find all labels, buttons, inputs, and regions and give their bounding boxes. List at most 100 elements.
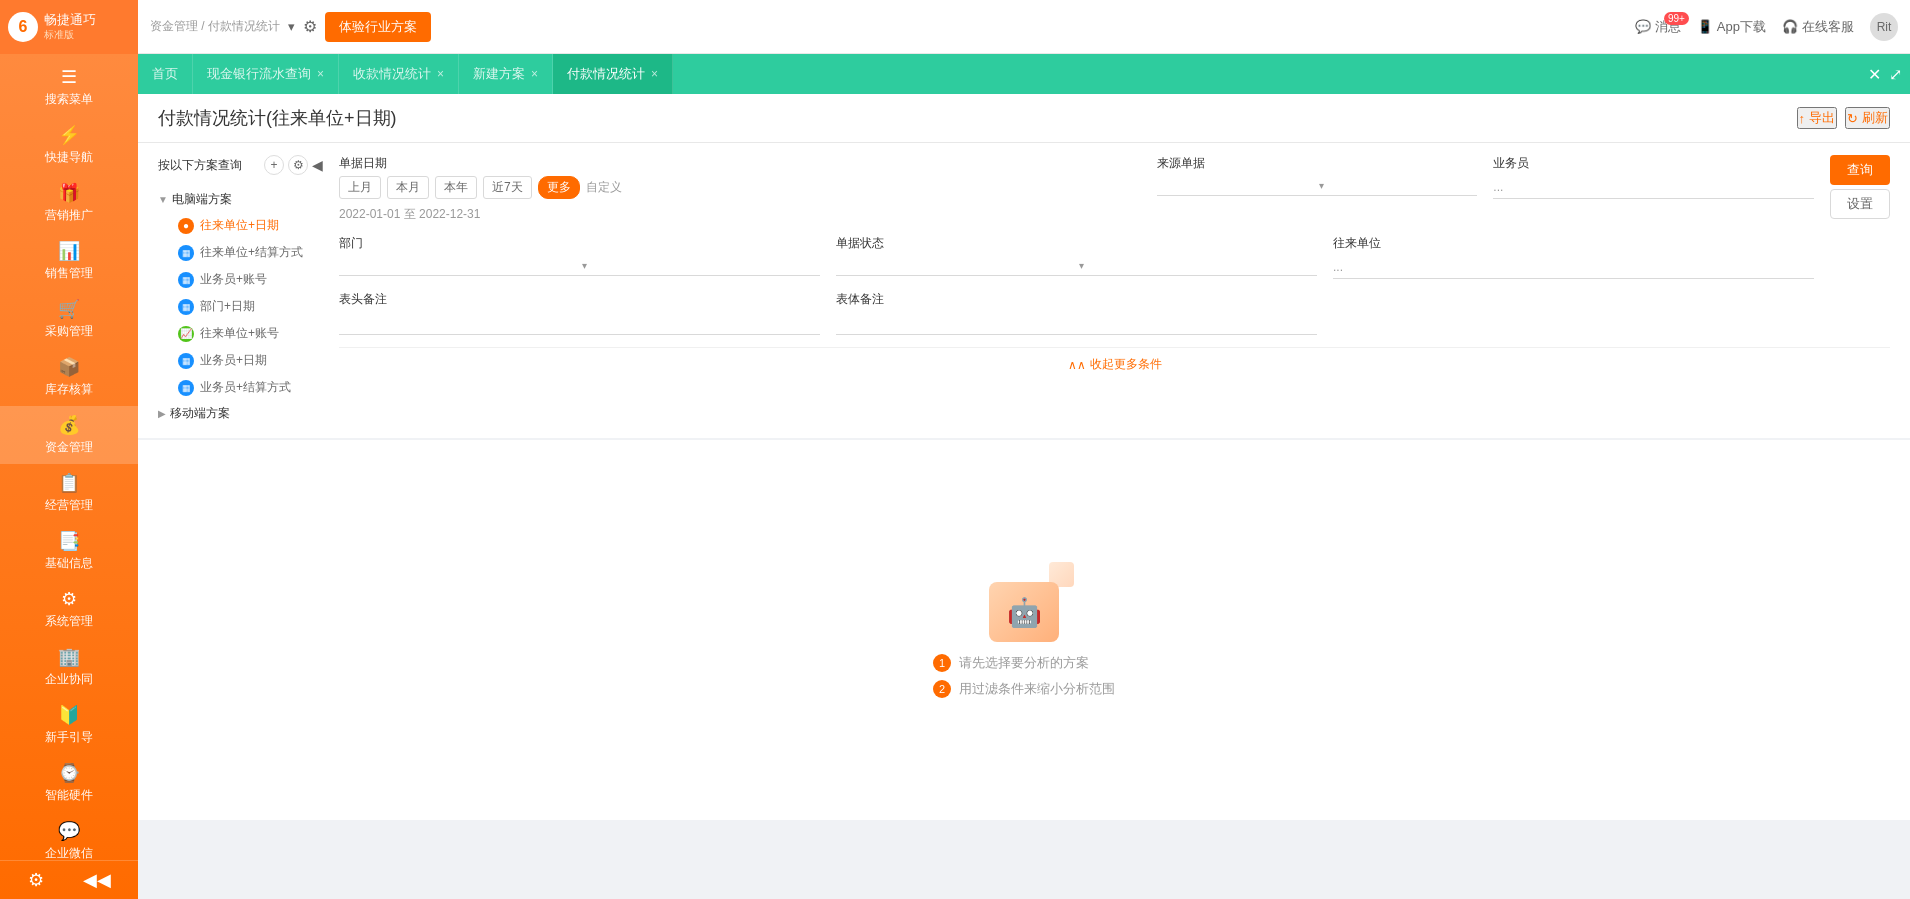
tab-close-all-icon[interactable]: ✕ xyxy=(1868,65,1881,84)
logo-icon: 6 xyxy=(8,12,38,42)
scheme-item-label: 业务员+结算方式 xyxy=(200,379,291,396)
tab-maximize-icon[interactable]: ⤢ xyxy=(1889,65,1902,84)
sidebar-item-label: 智能硬件 xyxy=(45,787,93,804)
tip-text-2: 用过滤条件来缩小分析范围 xyxy=(959,680,1115,698)
page-title: 付款情况统计(往来单位+日期) xyxy=(158,106,397,130)
sidebar-item-label: 销售管理 xyxy=(45,265,93,282)
tab-receipt[interactable]: 收款情况统计 × xyxy=(339,54,459,94)
service-label: 在线客服 xyxy=(1802,18,1854,36)
date-btn-last-month[interactable]: 上月 xyxy=(339,176,381,199)
tab-new-plan[interactable]: 新建方案 × xyxy=(459,54,553,94)
sidebar-item-sales[interactable]: 📊 销售管理 xyxy=(0,232,138,290)
scheme-item-dept-date[interactable]: ▦ 部门+日期 xyxy=(158,293,323,320)
scheme-header: 按以下方案查询 + ⚙ ◀ xyxy=(158,155,323,179)
date-range-display: 2022-01-01 至 2022-12-31 xyxy=(339,206,1141,223)
filter-actions: 查询 设置 xyxy=(1830,155,1890,219)
mobile-category[interactable]: ▶ 移动端方案 xyxy=(158,401,323,426)
staff-select[interactable]: ... xyxy=(1493,176,1814,199)
user-avatar[interactable]: Rit xyxy=(1870,13,1898,41)
tab-close-icon[interactable]: × xyxy=(531,67,538,81)
tab-label: 付款情况统计 xyxy=(567,65,645,83)
tab-cash-flow[interactable]: 现金银行流水查询 × xyxy=(193,54,339,94)
tab-label: 收款情况统计 xyxy=(353,65,431,83)
panel-collapse-btn[interactable]: ◀ xyxy=(312,157,323,173)
scheme-item-label: 往来单位+结算方式 xyxy=(200,244,303,261)
expand-icon: ▶ xyxy=(158,408,166,419)
scheme-item-staff-date[interactable]: ▦ 业务员+日期 xyxy=(158,347,323,374)
sidebar-item-basic[interactable]: 📑 基础信息 xyxy=(0,522,138,580)
sidebar-item-system[interactable]: ⚙ 系统管理 xyxy=(0,580,138,638)
date-btn-more[interactable]: 更多 xyxy=(538,176,580,199)
tip-text-1: 请先选择要分析的方案 xyxy=(959,654,1089,672)
topbar-right: 💬 消息 99+ 📱 App下载 🎧 在线客服 Rit xyxy=(1635,13,1898,41)
online-service-btn[interactable]: 🎧 在线客服 xyxy=(1782,18,1854,36)
partner-select[interactable]: ... xyxy=(1333,256,1814,279)
page-header: 付款情况统计(往来单位+日期) ↑ 导出 ↻ 刷新 xyxy=(138,94,1910,143)
system-icon: ⚙ xyxy=(61,588,77,610)
sidebar-item-management[interactable]: 📋 经营管理 xyxy=(0,464,138,522)
query-btn[interactable]: 查询 xyxy=(1830,155,1890,185)
refresh-btn[interactable]: ↻ 刷新 xyxy=(1845,107,1890,129)
body-note-input[interactable] xyxy=(836,312,1317,335)
tab-close-icon[interactable]: × xyxy=(317,67,324,81)
collapse-more-btn[interactable]: ∧∧ 收起更多条件 xyxy=(339,347,1890,381)
message-btn[interactable]: 💬 消息 99+ xyxy=(1635,18,1681,36)
date-btn-7days[interactable]: 近7天 xyxy=(483,176,532,199)
settings-btn[interactable]: 设置 xyxy=(1830,189,1890,219)
service-icon: 🎧 xyxy=(1782,19,1798,34)
header-note-input[interactable] xyxy=(339,312,820,335)
export-label: 导出 xyxy=(1809,109,1835,127)
scheme-item-label: 往来单位+日期 xyxy=(200,217,279,234)
tabs-bar: 首页 现金银行流水查询 × 收款情况统计 × 新建方案 × 付款情况统计 × ✕… xyxy=(138,54,1910,94)
scheme-item-label: 部门+日期 xyxy=(200,298,255,315)
sidebar-collapse-btn[interactable]: ◀◀ xyxy=(83,869,111,891)
trial-btn[interactable]: 体验行业方案 xyxy=(325,12,431,42)
sidebar-item-wechat[interactable]: 💬 企业微信 xyxy=(0,812,138,860)
tab-home[interactable]: 首页 xyxy=(138,54,193,94)
scheme-settings-btn[interactable]: ⚙ xyxy=(288,155,308,175)
date-btn-this-year[interactable]: 本年 xyxy=(435,176,477,199)
add-scheme-btn[interactable]: + xyxy=(264,155,284,175)
tab-payment[interactable]: 付款情况统计 × xyxy=(553,54,673,94)
enterprise-icon: 🏢 xyxy=(58,646,80,668)
filter-row-1: 单据日期 上月 本月 本年 近7天 更多 自定义 2022-01-01 至 20… xyxy=(339,155,1890,223)
date-btn-this-month[interactable]: 本月 xyxy=(387,176,429,199)
filter-fields: 单据日期 上月 本月 本年 近7天 更多 自定义 2022-01-01 至 20… xyxy=(339,155,1890,426)
app-download-btn[interactable]: 📱 App下载 xyxy=(1697,18,1766,36)
scheme-item-partner-account[interactable]: 📈 往来单位+账号 xyxy=(158,320,323,347)
scheme-item-staff-settle[interactable]: ▦ 业务员+结算方式 xyxy=(158,374,323,401)
sidebar-item-label: 采购管理 xyxy=(45,323,93,340)
search-menu-icon: ☰ xyxy=(61,66,77,88)
sidebar-item-enterprise[interactable]: 🏢 企业协同 xyxy=(0,638,138,696)
doc-status-select[interactable]: ▾ xyxy=(836,256,1317,276)
scheme-item-partner-settle[interactable]: ▦ 往来单位+结算方式 xyxy=(158,239,323,266)
sidebar-item-finance[interactable]: 💰 资金管理 xyxy=(0,406,138,464)
scheme-item-staff-account[interactable]: ▦ 业务员+账号 xyxy=(158,266,323,293)
sidebar-item-label: 系统管理 xyxy=(45,613,93,630)
source-select[interactable]: ▾ xyxy=(1157,176,1478,196)
sidebar-item-hardware[interactable]: ⌚ 智能硬件 xyxy=(0,754,138,812)
collapse-icon: ∧∧ xyxy=(1068,358,1086,372)
export-btn[interactable]: ↑ 导出 xyxy=(1797,107,1838,129)
scheme-item-partner-date[interactable]: ● 往来单位+日期 xyxy=(158,212,323,239)
scheme-chart-icon: 📈 xyxy=(178,326,194,342)
sidebar-item-search[interactable]: ☰ 搜索菜单 xyxy=(0,58,138,116)
partner-field: 往来单位 ... xyxy=(1333,235,1814,279)
sidebar-item-label: 经营管理 xyxy=(45,497,93,514)
sidebar-item-shortcut[interactable]: ⚡ 快捷导航 xyxy=(0,116,138,174)
dept-select[interactable]: ▾ xyxy=(339,256,820,276)
breadcrumb-dropdown[interactable]: ▾ xyxy=(288,19,295,34)
sidebar-item-purchase[interactable]: 🛒 采购管理 xyxy=(0,290,138,348)
sidebar-settings-btn[interactable]: ⚙ xyxy=(28,869,44,891)
desktop-category[interactable]: ▼ 电脑端方案 xyxy=(158,187,323,212)
tab-close-icon[interactable]: × xyxy=(651,67,658,81)
date-custom-label[interactable]: 自定义 xyxy=(586,179,622,196)
hardware-icon: ⌚ xyxy=(58,762,80,784)
sidebar-item-inventory[interactable]: 📦 库存核算 xyxy=(0,348,138,406)
tabs-actions: ✕ ⤢ xyxy=(1860,54,1910,94)
sidebar-item-guide[interactable]: 🔰 新手引导 xyxy=(0,696,138,754)
tab-close-icon[interactable]: × xyxy=(437,67,444,81)
topbar-settings-icon[interactable]: ⚙ xyxy=(303,17,317,36)
sidebar-item-marketing[interactable]: 🎁 营销推广 xyxy=(0,174,138,232)
logo-text: 畅捷通巧 xyxy=(44,12,96,29)
